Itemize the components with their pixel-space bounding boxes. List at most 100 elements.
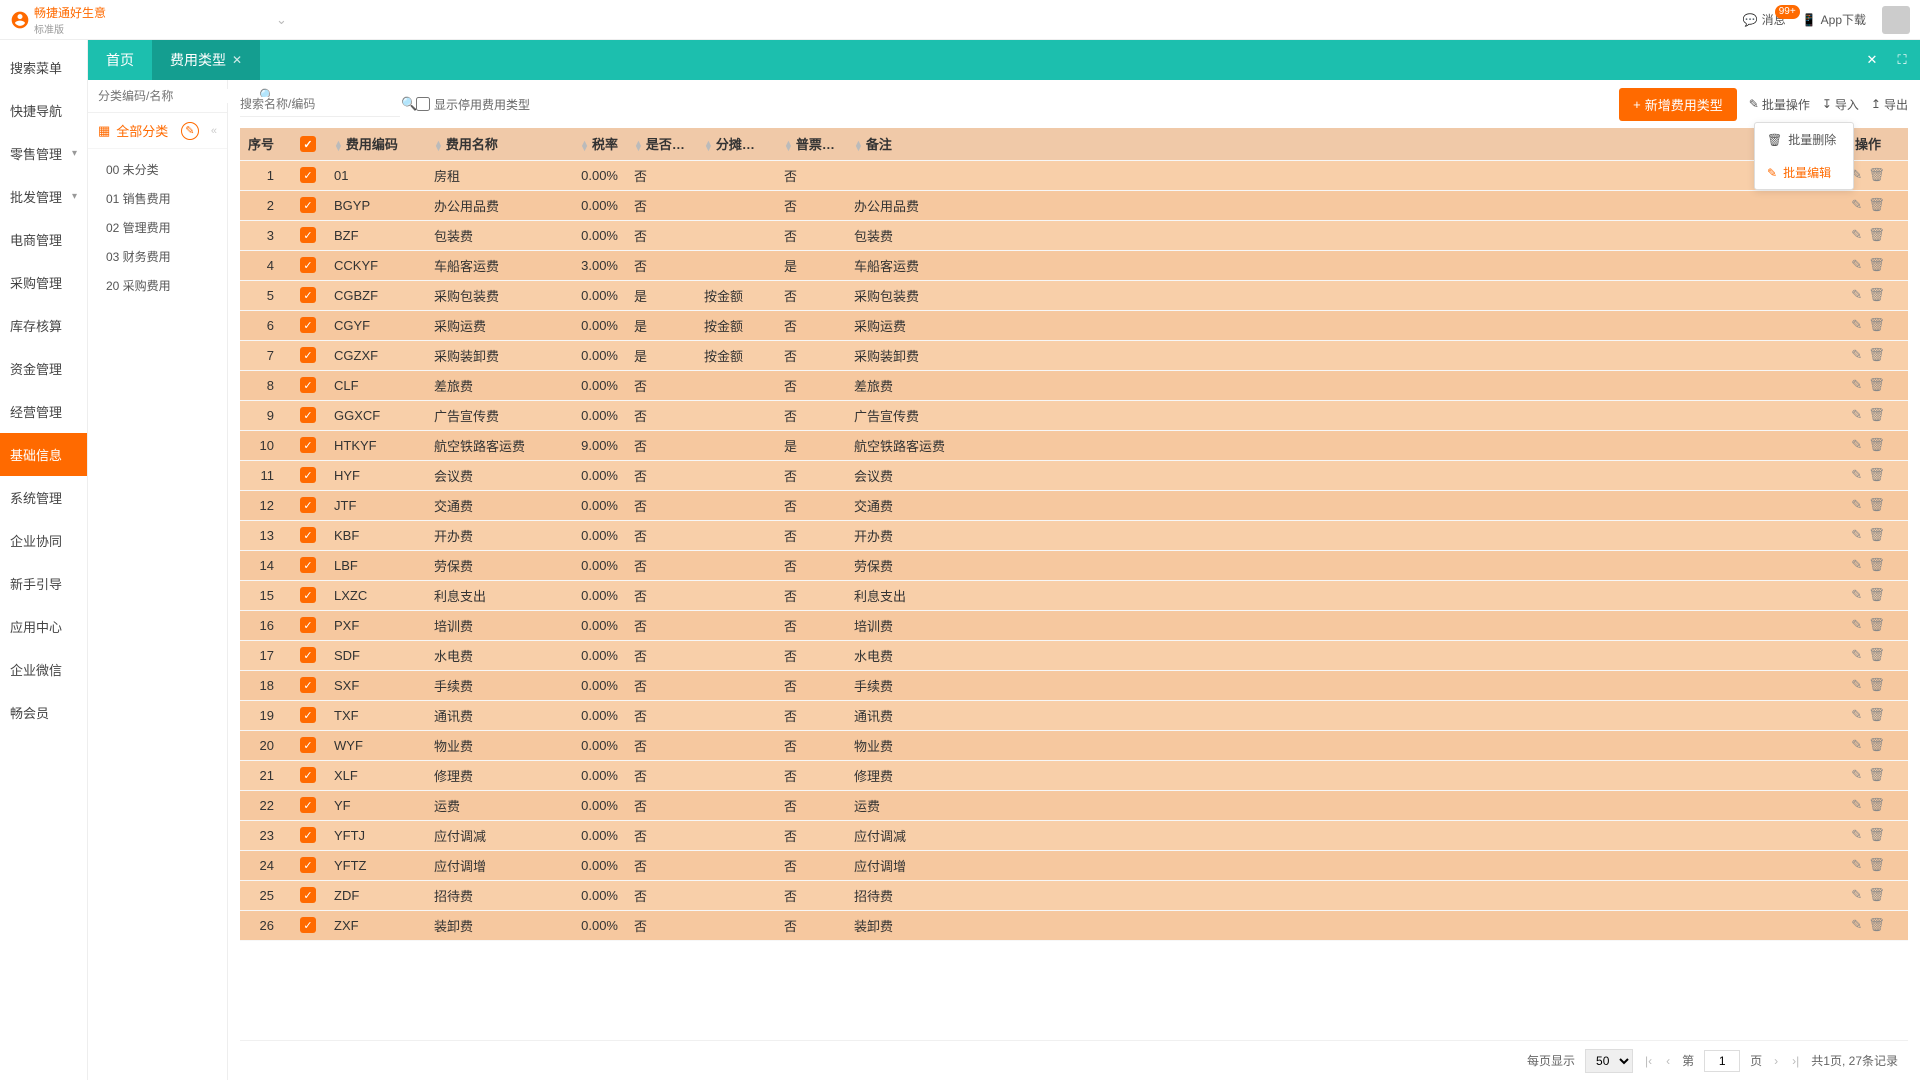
edit-row-icon[interactable]: ✎ xyxy=(1851,617,1862,632)
edit-row-icon[interactable]: ✎ xyxy=(1851,317,1862,332)
table-row[interactable]: 26✓ZXF装卸费0.00%否否装卸费✎🗑 xyxy=(240,910,1908,940)
table-row[interactable]: 14✓LBF劳保费0.00%否否劳保费✎🗑 xyxy=(240,550,1908,580)
table-row[interactable]: 23✓YFTJ应付调减0.00%否否应付调减✎🗑 xyxy=(240,820,1908,850)
collapse-tree-icon[interactable]: « xyxy=(211,125,217,137)
table-row[interactable]: 2✓BGYP办公用品费0.00%否否办公用品费✎🗑 xyxy=(240,190,1908,220)
row-checkbox[interactable]: ✓ xyxy=(300,707,316,723)
batch-delete-item[interactable]: 🗑 批量删除 xyxy=(1755,123,1853,156)
table-row[interactable]: 7✓CGZXF采购装卸费0.00%是按金额否采购装卸费✎🗑 xyxy=(240,340,1908,370)
col-header-index[interactable]: 序号 xyxy=(240,128,290,160)
delete-row-icon[interactable]: 🗑 xyxy=(1868,527,1885,542)
import-button[interactable]: ↧ 导入 xyxy=(1822,96,1859,113)
grid-search-input[interactable] xyxy=(240,97,395,111)
edit-row-icon[interactable]: ✎ xyxy=(1851,557,1862,572)
sidebar-item[interactable]: 零售管理▾ xyxy=(0,132,87,175)
table-row[interactable]: 6✓CGYF采购运费0.00%是按金额否采购运费✎🗑 xyxy=(240,310,1908,340)
edit-row-icon[interactable]: ✎ xyxy=(1851,527,1862,542)
col-header-ticket[interactable]: ▲▼普票… xyxy=(776,128,846,160)
edit-row-icon[interactable]: ✎ xyxy=(1851,647,1862,662)
row-checkbox[interactable]: ✓ xyxy=(300,887,316,903)
row-checkbox[interactable]: ✓ xyxy=(300,917,316,933)
row-checkbox[interactable]: ✓ xyxy=(300,617,316,633)
category-tree-item[interactable]: 03 财务费用 xyxy=(88,242,227,271)
show-disabled-checkbox[interactable]: 显示停用费用类型 xyxy=(416,96,530,113)
org-dropdown-icon[interactable]: ⌄ xyxy=(276,12,287,28)
row-checkbox[interactable]: ✓ xyxy=(300,197,316,213)
row-checkbox[interactable]: ✓ xyxy=(300,737,316,753)
row-checkbox[interactable]: ✓ xyxy=(300,497,316,513)
delete-row-icon[interactable]: 🗑 xyxy=(1868,437,1885,452)
sidebar-item[interactable]: 企业微信 xyxy=(0,648,87,691)
edit-row-icon[interactable]: ✎ xyxy=(1851,767,1862,782)
row-checkbox[interactable]: ✓ xyxy=(300,797,316,813)
prev-page-button[interactable]: ‹ xyxy=(1664,1054,1672,1068)
table-row[interactable]: 13✓KBF开办费0.00%否否开办费✎🗑 xyxy=(240,520,1908,550)
table-row[interactable]: 5✓CGBZF采购包装费0.00%是按金额否采购包装费✎🗑 xyxy=(240,280,1908,310)
table-row[interactable]: 21✓XLF修理费0.00%否否修理费✎🗑 xyxy=(240,760,1908,790)
table-row[interactable]: 9✓GGXCF广告宣传费0.00%否否广告宣传费✎🗑 xyxy=(240,400,1908,430)
table-row[interactable]: 3✓BZF包装费0.00%否否包装费✎🗑 xyxy=(240,220,1908,250)
row-checkbox[interactable]: ✓ xyxy=(300,587,316,603)
sidebar-item[interactable]: 资金管理 xyxy=(0,347,87,390)
delete-row-icon[interactable]: 🗑 xyxy=(1868,887,1885,902)
delete-row-icon[interactable]: 🗑 xyxy=(1868,287,1885,302)
edit-category-icon[interactable]: ✎ xyxy=(181,122,199,140)
delete-row-icon[interactable]: 🗑 xyxy=(1868,197,1885,212)
next-page-button[interactable]: › xyxy=(1772,1054,1780,1068)
col-header-rate[interactable]: ▲▼税率 xyxy=(556,128,626,160)
table-row[interactable]: 25✓ZDF招待费0.00%否否招待费✎🗑 xyxy=(240,880,1908,910)
sidebar-item[interactable]: 快捷导航 xyxy=(0,89,87,132)
batch-edit-item[interactable]: ✎ 批量编辑 xyxy=(1755,156,1853,189)
table-row[interactable]: 12✓JTF交通费0.00%否否交通费✎🗑 xyxy=(240,490,1908,520)
row-checkbox[interactable]: ✓ xyxy=(300,857,316,873)
sidebar-item[interactable]: 基础信息 xyxy=(0,433,87,476)
edit-row-icon[interactable]: ✎ xyxy=(1851,257,1862,272)
delete-row-icon[interactable]: 🗑 xyxy=(1868,677,1885,692)
delete-row-icon[interactable]: 🗑 xyxy=(1868,707,1885,722)
edit-row-icon[interactable]: ✎ xyxy=(1851,377,1862,392)
row-checkbox[interactable]: ✓ xyxy=(300,167,316,183)
table-row[interactable]: 22✓YF运费0.00%否否运费✎🗑 xyxy=(240,790,1908,820)
edit-row-icon[interactable]: ✎ xyxy=(1851,197,1862,212)
page-size-select[interactable]: 50 xyxy=(1585,1049,1633,1073)
delete-row-icon[interactable]: 🗑 xyxy=(1868,737,1885,752)
edit-row-icon[interactable]: ✎ xyxy=(1851,857,1862,872)
edit-row-icon[interactable]: ✎ xyxy=(1851,227,1862,242)
category-tree-item[interactable]: 02 管理费用 xyxy=(88,213,227,242)
col-header-remark[interactable]: ▲▼备注 xyxy=(846,128,1828,160)
tab-home[interactable]: 首页 xyxy=(88,40,152,80)
sidebar-item[interactable]: 新手引导 xyxy=(0,562,87,605)
delete-row-icon[interactable]: 🗑 xyxy=(1868,167,1885,182)
edit-row-icon[interactable]: ✎ xyxy=(1851,497,1862,512)
tab-close-all-icon[interactable]: ✕ xyxy=(1860,52,1884,68)
row-checkbox[interactable]: ✓ xyxy=(300,437,316,453)
table-row[interactable]: 18✓SXF手续费0.00%否否手续费✎🗑 xyxy=(240,670,1908,700)
edit-row-icon[interactable]: ✎ xyxy=(1851,347,1862,362)
table-row[interactable]: 20✓WYF物业费0.00%否否物业费✎🗑 xyxy=(240,730,1908,760)
sidebar-item[interactable]: 电商管理 xyxy=(0,218,87,261)
sidebar-item[interactable]: 应用中心 xyxy=(0,605,87,648)
new-expense-type-button[interactable]: + 新增费用类型 xyxy=(1619,88,1737,121)
delete-row-icon[interactable]: 🗑 xyxy=(1868,317,1885,332)
table-row[interactable]: 8✓CLF差旅费0.00%否否差旅费✎🗑 xyxy=(240,370,1908,400)
search-icon[interactable]: 🔍 xyxy=(401,96,417,112)
table-row[interactable]: 11✓HYF会议费0.00%否否会议费✎🗑 xyxy=(240,460,1908,490)
row-checkbox[interactable]: ✓ xyxy=(300,677,316,693)
edit-row-icon[interactable]: ✎ xyxy=(1851,917,1862,932)
row-checkbox[interactable]: ✓ xyxy=(300,647,316,663)
category-tree-item[interactable]: 01 销售费用 xyxy=(88,184,227,213)
batch-action-button[interactable]: ✎ 批量操作 xyxy=(1749,96,1810,113)
sidebar-item[interactable]: 库存核算 xyxy=(0,304,87,347)
delete-row-icon[interactable]: 🗑 xyxy=(1868,857,1885,872)
table-row[interactable]: 15✓LXZC利息支出0.00%否否利息支出✎🗑 xyxy=(240,580,1908,610)
col-header-alloc[interactable]: ▲▼分摊… xyxy=(696,128,776,160)
tab-expense-type[interactable]: 费用类型 ✕ xyxy=(152,40,260,80)
table-row[interactable]: 1✓01房租0.00%否否✎🗑 xyxy=(240,160,1908,190)
col-header-select-all[interactable]: ✓ xyxy=(290,128,326,160)
row-checkbox[interactable]: ✓ xyxy=(300,407,316,423)
sidebar-item[interactable]: 搜索菜单 xyxy=(0,46,87,89)
category-root[interactable]: ▦ 全部分类 ✎ « xyxy=(88,113,227,149)
edit-row-icon[interactable]: ✎ xyxy=(1851,467,1862,482)
edit-row-icon[interactable]: ✎ xyxy=(1851,587,1862,602)
row-checkbox[interactable]: ✓ xyxy=(300,557,316,573)
